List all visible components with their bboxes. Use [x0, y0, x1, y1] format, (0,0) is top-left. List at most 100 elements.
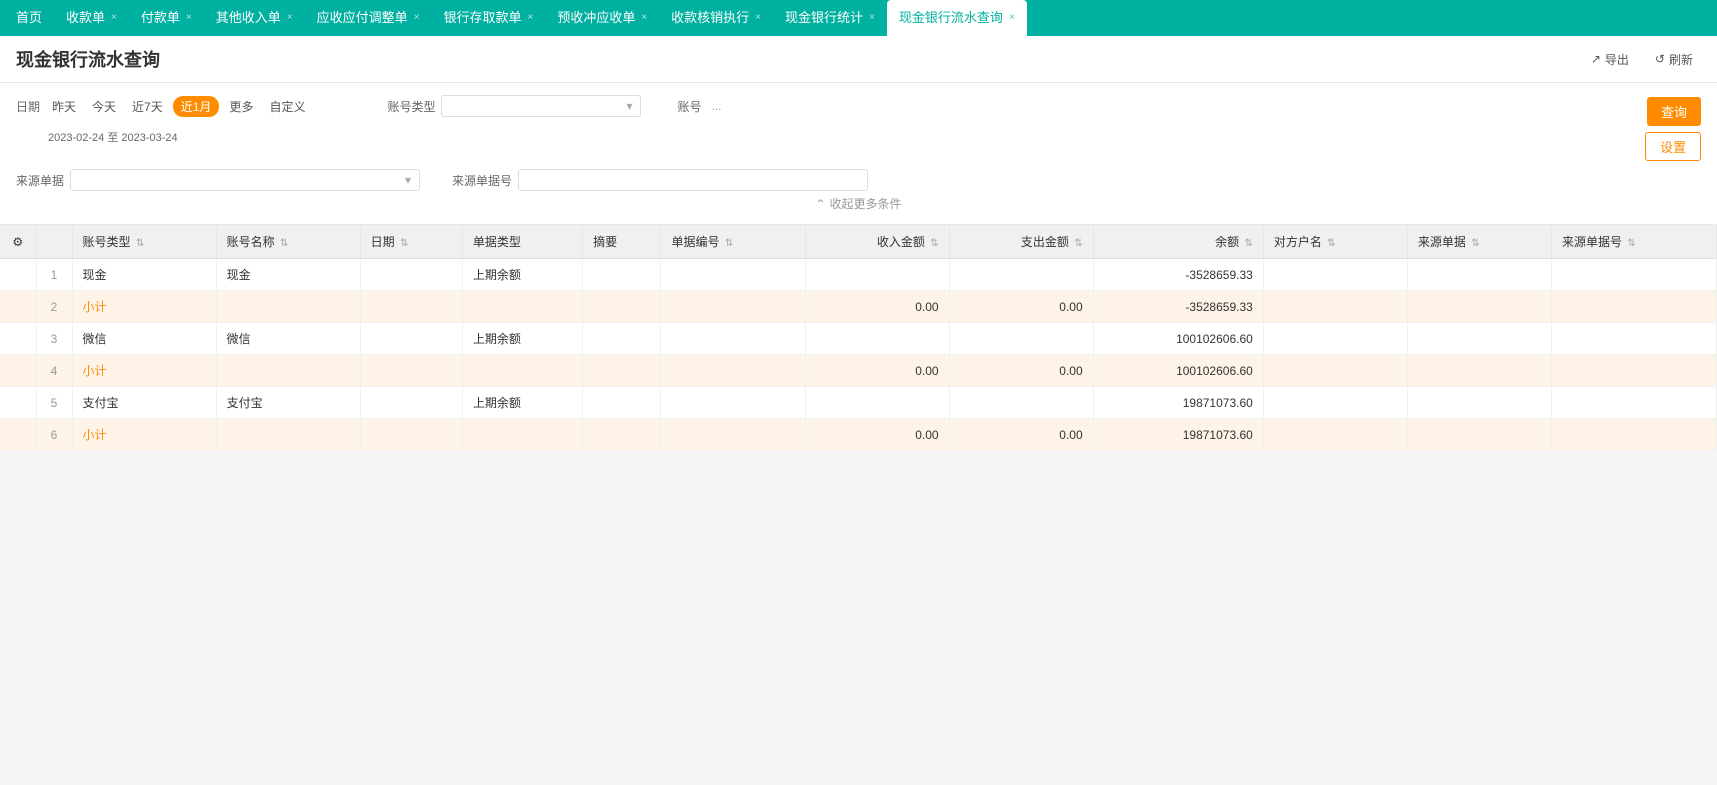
td-date — [360, 291, 462, 323]
th-doc-no-label: 单据编号 — [671, 235, 719, 249]
table-row[interactable]: 6小计0.000.0019871073.60 — [0, 419, 1717, 451]
date-btn-custom[interactable]: 自定义 — [263, 96, 311, 117]
nav-close-icon[interactable]: × — [641, 0, 647, 36]
nav-cash-bank-ledger[interactable]: 现金银行流水查询 × — [887, 0, 1027, 36]
td-seq: 5 — [36, 387, 72, 419]
th-doc-no[interactable]: 单据编号 ⇅ — [661, 225, 805, 259]
td-doc-no — [661, 419, 805, 451]
td-account-name — [216, 419, 360, 451]
td-settings — [0, 323, 36, 355]
source-doc-dropdown-icon: ▾ — [405, 173, 411, 187]
td-summary — [583, 387, 661, 419]
account-type-filter-group: 账号类型 ▾ — [387, 95, 641, 117]
td-balance: -3528659.33 — [1093, 259, 1263, 291]
td-source-doc-no — [1551, 259, 1716, 291]
query-button[interactable]: 查询 — [1647, 97, 1701, 126]
nav-label: 银行存取款单 — [443, 0, 521, 36]
table-row[interactable]: 2小计0.000.00-3528659.33 — [0, 291, 1717, 323]
td-account-type: 支付宝 — [72, 387, 216, 419]
sort-icon: ⇅ — [1627, 238, 1635, 249]
collapse-bar[interactable]: ⌃ 收起更多条件 — [16, 191, 1701, 212]
td-settings — [0, 387, 36, 419]
td-income: 0.00 — [805, 355, 949, 387]
export-button[interactable]: ↗ 导出 — [1583, 47, 1637, 72]
nav-close-icon[interactable]: × — [287, 0, 293, 36]
th-counterparty[interactable]: 对方户名 ⇅ — [1263, 225, 1407, 259]
gear-icon[interactable]: ⚙ — [12, 235, 23, 249]
td-expense: 0.00 — [949, 291, 1093, 323]
nav-close-icon[interactable]: × — [1009, 0, 1015, 36]
sort-icon: ⇅ — [136, 238, 144, 249]
nav-close-icon[interactable]: × — [869, 0, 875, 36]
table-row[interactable]: 1现金现金上期余额-3528659.33 — [0, 259, 1717, 291]
nav-close-icon[interactable]: × — [527, 0, 533, 36]
nav-receipt[interactable]: 收款单 × — [54, 0, 129, 36]
th-date[interactable]: 日期 ⇅ — [360, 225, 462, 259]
nav-cash-bank-stats[interactable]: 现金银行统计 × — [773, 0, 887, 36]
nav-adjustment[interactable]: 应收应付调整单 × — [305, 0, 432, 36]
th-income[interactable]: 收入金额 ⇅ — [805, 225, 949, 259]
nav-home[interactable]: 首页 — [4, 0, 54, 36]
filter-area: 日期 昨天 今天 近7天 近1月 更多 自定义 账号类型 ▾ — [0, 83, 1717, 225]
td-settings — [0, 259, 36, 291]
date-btn-1month[interactable]: 近1月 — [173, 96, 220, 117]
th-settings[interactable]: ⚙ — [0, 225, 36, 259]
table-row[interactable]: 4小计0.000.00100102606.60 — [0, 355, 1717, 387]
source-doc-select[interactable]: ▾ — [70, 169, 420, 191]
date-btn-7days[interactable]: 近7天 — [126, 96, 169, 117]
page-title: 现金银行流水查询 — [16, 46, 160, 72]
td-source-doc-no — [1551, 387, 1716, 419]
th-account-name[interactable]: 账号名称 ⇅ — [216, 225, 360, 259]
nav-close-icon[interactable]: × — [414, 0, 420, 36]
td-summary — [583, 291, 661, 323]
th-account-name-label: 账号名称 — [227, 235, 275, 249]
nav-collection[interactable]: 收款核销执行 × — [659, 0, 773, 36]
account-type-select[interactable]: ▾ — [441, 95, 641, 117]
th-account-type[interactable]: 账号类型 ⇅ — [72, 225, 216, 259]
th-date-label: 日期 — [371, 235, 395, 249]
export-icon: ↗ — [1591, 52, 1601, 66]
nav-close-icon[interactable]: × — [186, 0, 192, 36]
td-account-type: 小计 — [72, 355, 216, 387]
nav-bank-deposit[interactable]: 银行存取款单 × — [431, 0, 545, 36]
table-row[interactable]: 5支付宝支付宝上期余额19871073.60 — [0, 387, 1717, 419]
td-balance: -3528659.33 — [1093, 291, 1263, 323]
th-source-doc-no[interactable]: 来源单据号 ⇅ — [1551, 225, 1716, 259]
td-seq: 1 — [36, 259, 72, 291]
th-expense[interactable]: 支出金额 ⇅ — [949, 225, 1093, 259]
th-income-label: 收入金额 — [877, 235, 925, 249]
td-date — [360, 323, 462, 355]
date-btn-more[interactable]: 更多 — [223, 96, 259, 117]
th-balance[interactable]: 余额 ⇅ — [1093, 225, 1263, 259]
sort-icon: ⇅ — [1471, 238, 1479, 249]
td-doc-type — [462, 419, 582, 451]
th-expense-label: 支出金额 — [1021, 235, 1069, 249]
date-label: 日期 — [16, 98, 40, 115]
nav-close-icon[interactable]: × — [111, 0, 117, 36]
nav-payment[interactable]: 付款单 × — [129, 0, 204, 36]
th-seq — [36, 225, 72, 259]
source-doc-filter-group: 来源单据 ▾ — [16, 169, 420, 191]
refresh-button[interactable]: ↺ 刷新 — [1647, 47, 1701, 72]
source-doc-no-label: 来源单据号 — [452, 172, 512, 189]
th-source-doc[interactable]: 来源单据 ⇅ — [1407, 225, 1551, 259]
date-btn-yesterday[interactable]: 昨天 — [46, 96, 82, 117]
filter-row-date: 日期 昨天 今天 近7天 近1月 更多 自定义 账号类型 ▾ — [16, 95, 726, 117]
source-doc-no-input[interactable] — [518, 169, 868, 191]
nav-close-icon[interactable]: × — [755, 0, 761, 36]
table-header-row: ⚙ 账号类型 ⇅ 账号名称 ⇅ 日期 ⇅ 单据类型 — [0, 225, 1717, 259]
settings-button[interactable]: 设置 — [1645, 132, 1701, 161]
date-btn-today[interactable]: 今天 — [86, 96, 122, 117]
table-row[interactable]: 3微信微信上期余额100102606.60 — [0, 323, 1717, 355]
td-summary — [583, 323, 661, 355]
nav-label: 付款单 — [141, 0, 180, 36]
td-settings — [0, 419, 36, 451]
td-settings — [0, 291, 36, 323]
td-source-doc — [1407, 419, 1551, 451]
account-dots[interactable]: ... — [707, 99, 725, 113]
nav-prepaid[interactable]: 预收冲应收单 × — [545, 0, 659, 36]
date-buttons: 昨天 今天 近7天 近1月 更多 自定义 — [46, 96, 311, 117]
td-source-doc — [1407, 291, 1551, 323]
account-type-label: 账号类型 — [387, 98, 435, 115]
nav-other-income[interactable]: 其他收入单 × — [204, 0, 305, 36]
